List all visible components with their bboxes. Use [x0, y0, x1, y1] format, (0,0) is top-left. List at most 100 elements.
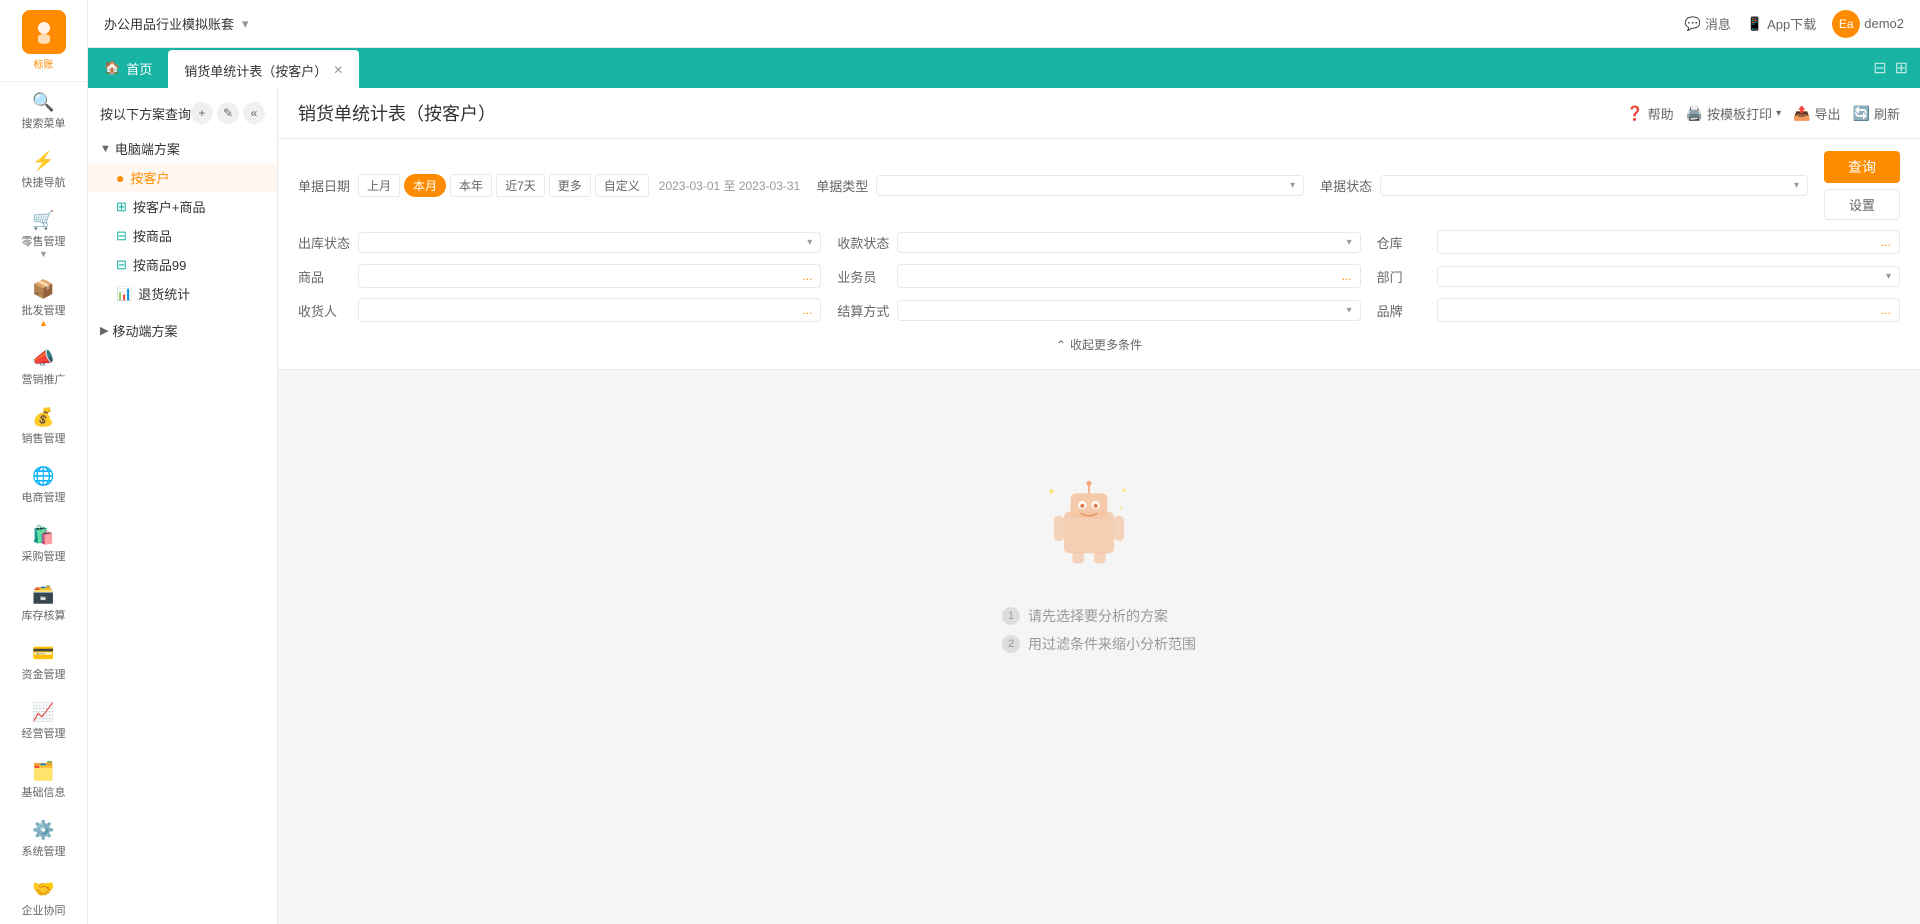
date-btn-last-month[interactable]: 上月	[358, 174, 400, 197]
wholesale-icon: 📦	[32, 279, 54, 300]
search-icon: 🔍	[32, 92, 54, 113]
user-menu[interactable]: Ea demo2	[1832, 10, 1904, 38]
print-label: 按模板打印	[1707, 104, 1772, 123]
filter-doc-type-select[interactable]: ▾	[876, 175, 1304, 196]
sidebar-item-purchase-label: 采购管理	[22, 548, 66, 564]
tab-minimize-icon[interactable]: ⊟	[1873, 58, 1886, 78]
sidebar-item-inventory[interactable]: 🗃️ 库存核算	[0, 574, 87, 633]
sidebar-item-ecommerce[interactable]: 🌐 电商管理	[0, 456, 87, 515]
sidebar-item-basic[interactable]: 🗂️ 基础信息	[0, 751, 87, 810]
sidebar-item-operation[interactable]: 📈 经营管理	[0, 692, 87, 751]
message-label: 消息	[1705, 14, 1731, 33]
filter-out-status-select[interactable]: ▾	[358, 232, 821, 253]
tree-parent-desktop[interactable]: ▼ 电脑端方案	[88, 134, 277, 163]
brand-more[interactable]: ...	[1881, 303, 1891, 317]
filter-department-item: 部门 ▾	[1377, 266, 1900, 287]
sidebar-item-system[interactable]: ⚙️ 系统管理	[0, 810, 87, 869]
finance-icon: 💳	[32, 643, 54, 664]
filter-payment-status-select[interactable]: ▾	[897, 232, 1360, 253]
export-label: 导出	[1815, 104, 1841, 123]
sidebar: 标账 🔍 搜索菜单 ⚡ 快捷导航 🛒 零售管理 ▼ 📦 批发管理 ▲ 📣 营销推…	[0, 0, 88, 924]
filter-salesperson-input[interactable]: ...	[897, 264, 1360, 288]
empty-text: 1 请先选择要分析的方案 2 用过滤条件来缩小分析范围	[1002, 606, 1196, 654]
app-download-btn[interactable]: 📱 App下载	[1747, 14, 1816, 33]
page-header: 销货单统计表（按客户） ❓ 帮助 🖨️ 按模板打印 ▾ 📤	[278, 88, 1920, 139]
tree-child-by-goods-99[interactable]: ⊟ 按商品99	[88, 250, 277, 279]
tree-child-by-goods[interactable]: ⊟ 按商品	[88, 221, 277, 250]
sidebar-item-enterprise[interactable]: 🤝 企业协同	[0, 869, 87, 924]
svg-text:✦: ✦	[1047, 487, 1055, 498]
tree-child-return-stat[interactable]: 📊 退货统计	[88, 279, 277, 308]
date-btn-7days[interactable]: 近7天	[496, 174, 545, 197]
refresh-label: 刷新	[1874, 104, 1900, 123]
help-btn[interactable]: ❓ 帮助	[1626, 104, 1673, 123]
sidebar-item-finance-label: 资金管理	[22, 666, 66, 682]
enterprise-icon: 🤝	[32, 879, 54, 900]
page-title-row: 销货单统计表（按客户） ❓ 帮助 🖨️ 按模板打印 ▾ 📤	[298, 100, 1900, 126]
main-container: 办公用品行业模拟账套 ▾ 💬 消息 📱 App下载 Ea demo2 🏠 首页	[88, 0, 1920, 924]
goods-more[interactable]: ...	[802, 269, 812, 283]
filter-date-item: 单据日期 上月 本月 本年 近7天 更多 自定义 2023-03-01 至 20…	[298, 174, 800, 197]
sidebar-item-wholesale[interactable]: 📦 批发管理 ▲	[0, 269, 87, 338]
refresh-icon: 🔄	[1853, 105, 1870, 122]
sidebar-item-operation-label: 经营管理	[22, 725, 66, 741]
date-btn-custom[interactable]: 自定义	[595, 174, 649, 197]
filter-date-label: 单据日期	[298, 176, 350, 195]
date-btn-this-month[interactable]: 本月	[404, 174, 446, 197]
date-btn-this-year[interactable]: 本年	[450, 174, 492, 197]
dropdown-arrow[interactable]: ▾	[242, 16, 249, 32]
warehouse-more[interactable]: ...	[1881, 235, 1891, 249]
sidebar-item-search[interactable]: 🔍 搜索菜单	[0, 82, 87, 141]
sidebar-item-purchase[interactable]: 🛍️ 采购管理	[0, 515, 87, 574]
filter-doc-status-select[interactable]: ▾	[1380, 175, 1808, 196]
header-actions: ❓ 帮助 🖨️ 按模板打印 ▾ 📤 导出 �	[1626, 104, 1900, 123]
export-btn[interactable]: 📤 导出	[1793, 104, 1840, 123]
date-btn-more[interactable]: 更多	[549, 174, 591, 197]
filter-brand-item: 品牌 ...	[1377, 298, 1900, 322]
collapse-filter-btn[interactable]: ⌃ 收起更多条件	[298, 332, 1900, 357]
query-button[interactable]: 查询	[1824, 151, 1900, 183]
tree-child-by-goods-label: 按商品	[133, 226, 172, 245]
filter-salesperson-item: 业务员 ...	[837, 264, 1360, 288]
settings-button[interactable]: 设置	[1824, 189, 1900, 220]
tab-sales-stat[interactable]: 销货单统计表（按客户） ✕	[168, 50, 359, 90]
tree-child-by-customer-label: 按客户	[130, 168, 169, 187]
sidebar-item-quicknav[interactable]: ⚡ 快捷导航	[0, 141, 87, 200]
tree-parent-mobile[interactable]: ▶ 移动端方案	[88, 316, 277, 345]
edit-scheme-btn[interactable]: ✎	[217, 102, 239, 124]
system-icon: ⚙️	[32, 820, 54, 841]
logo-icon	[22, 10, 66, 54]
tree-child-by-customer[interactable]: ● 按客户	[88, 163, 277, 192]
filter-salesperson-label: 业务员	[837, 267, 889, 286]
add-scheme-btn[interactable]: +	[191, 102, 213, 124]
retail-icon: 🛒	[32, 210, 54, 231]
collapse-panel-btn[interactable]: «	[243, 102, 265, 124]
salesperson-more[interactable]: ...	[1342, 269, 1352, 283]
print-btn[interactable]: 🖨️ 按模板打印 ▾	[1686, 104, 1781, 123]
doc-type-arrow: ▾	[1290, 180, 1295, 191]
receiver-more[interactable]: ...	[802, 303, 812, 317]
filter-payment-method-select[interactable]: ▾	[897, 300, 1360, 321]
sidebar-item-finance[interactable]: 💳 资金管理	[0, 633, 87, 692]
tab-maximize-icon[interactable]: ⊞	[1895, 58, 1908, 78]
tab-home[interactable]: 🏠 首页	[88, 48, 168, 88]
filter-department-select[interactable]: ▾	[1437, 266, 1900, 287]
refresh-btn[interactable]: 🔄 刷新	[1853, 104, 1900, 123]
sidebar-item-retail[interactable]: 🛒 零售管理 ▼	[0, 200, 87, 269]
out-status-arrow: ▾	[807, 237, 812, 248]
sidebar-item-marketing[interactable]: 📣 营销推广	[0, 338, 87, 397]
message-btn[interactable]: 💬 消息	[1685, 14, 1731, 33]
filter-payment-method-item: 结算方式 ▾	[837, 300, 1360, 321]
sidebar-item-sales-label: 销售管理	[22, 430, 66, 446]
filter-payment-method-label: 结算方式	[837, 301, 889, 320]
filter-warehouse-input[interactable]: ...	[1437, 230, 1900, 254]
panel-header: 按以下方案查询 + ✎ «	[88, 96, 277, 130]
purchase-icon: 🛍️	[32, 525, 54, 546]
svg-text:✦: ✦	[1121, 485, 1128, 495]
tree-child-by-customer-goods[interactable]: ⊞ 按客户+商品	[88, 192, 277, 221]
filter-receiver-input[interactable]: ...	[358, 298, 821, 322]
sidebar-item-sales[interactable]: 💰 销售管理	[0, 397, 87, 456]
filter-goods-input[interactable]: ...	[358, 264, 821, 288]
filter-brand-input[interactable]: ...	[1437, 298, 1900, 322]
tab-close-icon[interactable]: ✕	[333, 63, 343, 77]
